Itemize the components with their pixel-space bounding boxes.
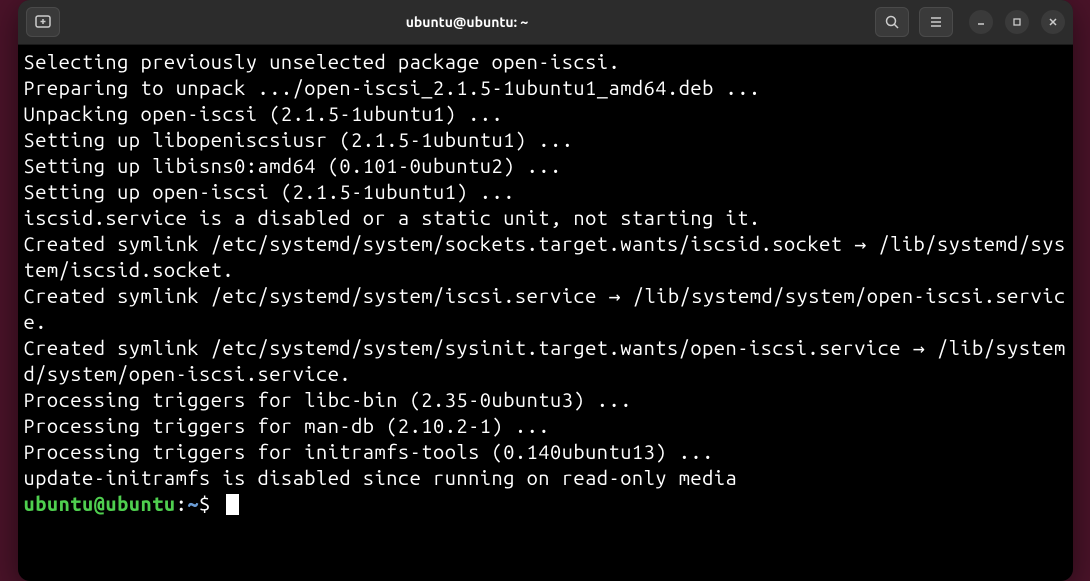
terminal-output-line: Processing triggers for man-db (2.10.2-1… [24,413,1067,439]
titlebar: ubuntu@ubuntu: ~ [18,0,1073,45]
terminal-output-line: Created symlink /etc/systemd/system/iscs… [24,283,1067,335]
hamburger-menu-button[interactable] [919,7,953,37]
titlebar-left [26,7,60,37]
maximize-icon [1012,17,1022,27]
close-button[interactable] [1041,10,1065,34]
terminal-prompt-line: ubuntu@ubuntu:~$ [24,491,1067,517]
terminal-cursor [226,494,239,515]
window-controls [969,10,1065,34]
close-icon [1048,17,1058,27]
new-tab-button[interactable] [26,7,60,37]
terminal-output-line: Selecting previously unselected package … [24,49,1067,75]
terminal-output-line: Setting up open-iscsi (2.1.5-1ubuntu1) .… [24,179,1067,205]
terminal-body[interactable]: Selecting previously unselected package … [18,45,1073,581]
terminal-output-line: Setting up libisns0:amd64 (0.101-0ubuntu… [24,153,1067,179]
prompt-colon: : [176,492,188,515]
hamburger-icon [928,14,944,30]
window-title: ubuntu@ubuntu: ~ [66,14,869,30]
terminal-output-line: Setting up libopeniscsiusr (2.1.5-1ubunt… [24,127,1067,153]
search-button[interactable] [875,7,909,37]
terminal-output-line: Preparing to unpack .../open-iscsi_2.1.5… [24,75,1067,101]
new-tab-icon [34,13,52,31]
terminal-output-line: Processing triggers for libc-bin (2.35-0… [24,387,1067,413]
terminal-output-line: iscsid.service is a disabled or a static… [24,205,1067,231]
search-icon [884,14,900,30]
prompt-path: ~ [187,492,199,515]
terminal-output-line: Processing triggers for initramfs-tools … [24,439,1067,465]
maximize-button[interactable] [1005,10,1029,34]
terminal-output-line: Created symlink /etc/systemd/system/sysi… [24,335,1067,387]
titlebar-right [875,7,1065,37]
minimize-button[interactable] [969,10,993,34]
terminal-output-line: Created symlink /etc/systemd/system/sock… [24,231,1067,283]
minimize-icon [976,17,986,27]
terminal-output-line: update-initramfs is disabled since runni… [24,465,1067,491]
prompt-user-host: ubuntu@ubuntu [24,492,176,515]
terminal-window: ubuntu@ubuntu: ~ [18,0,1073,581]
prompt-dollar: $ [199,492,222,515]
terminal-output-line: Unpacking open-iscsi (2.1.5-1ubuntu1) ..… [24,101,1067,127]
